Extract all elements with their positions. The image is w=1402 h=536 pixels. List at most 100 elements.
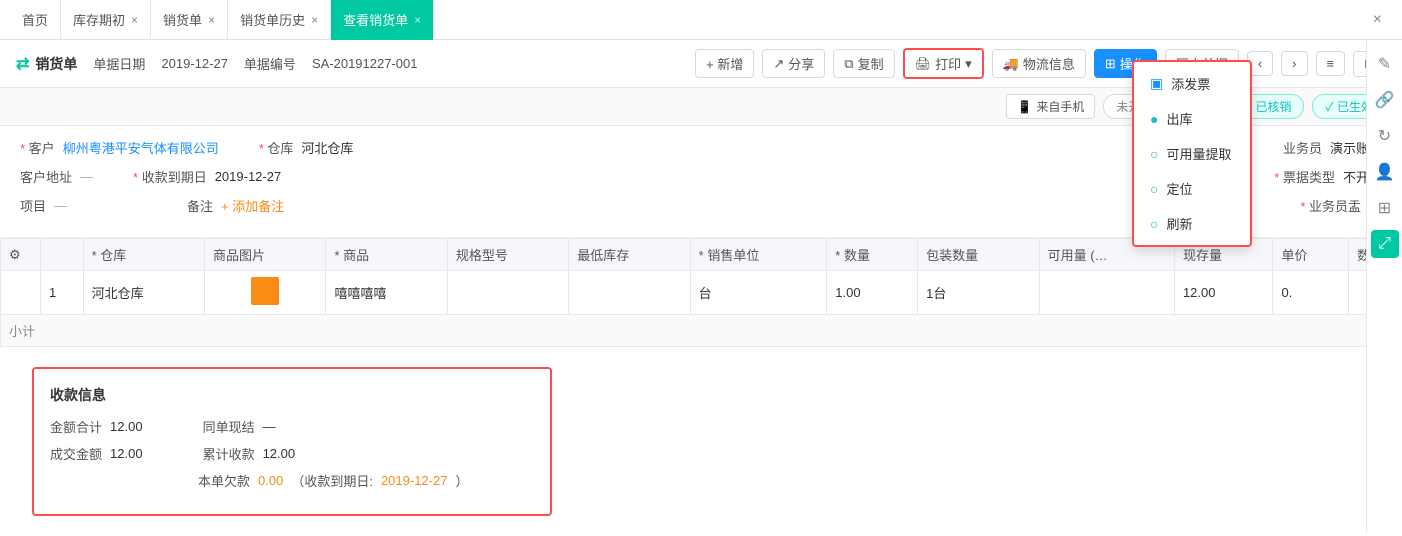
share-btn[interactable]: ↗ 分享 <box>762 49 825 78</box>
doc-no-label: 单据编号 <box>244 54 296 73</box>
due-label: 本单欠款 <box>198 471 250 490</box>
due-note-end: ） <box>455 471 468 490</box>
print-btn[interactable]: 🖨 打印 ▾ <box>903 48 984 79</box>
project-label: 项目 <box>20 196 46 215</box>
col-min-stock: 最低库存 <box>569 239 690 271</box>
project-value: — <box>54 198 67 213</box>
col-pkg-qty: 包装数量 <box>918 239 1039 271</box>
salesperson-label: 业务员盂 <box>1300 196 1361 215</box>
row-checkbox[interactable] <box>1 271 41 315</box>
row-price: 0. <box>1273 271 1349 315</box>
tab-sales-history[interactable]: 销货单历史 × <box>228 0 331 40</box>
sidebar-rotate-icon[interactable]: ↻ <box>1371 122 1399 150</box>
col-rowno <box>41 239 84 271</box>
tab-inventory[interactable]: 库存期初 × <box>61 0 151 40</box>
product-image <box>251 277 279 305</box>
address-field: 客户地址 — <box>20 167 93 186</box>
project-field: 项目 — <box>20 196 67 215</box>
sidebar-expand-icon[interactable]: ⤢ <box>1371 230 1399 258</box>
subtotal-label: 小计 <box>1 315 1402 347</box>
logistics-btn[interactable]: 🚚 物流信息 <box>992 49 1086 78</box>
next-btn[interactable]: › <box>1281 51 1307 76</box>
row-no: 1 <box>41 271 84 315</box>
warehouse-value: 河北仓库 <box>301 138 353 157</box>
tab-sales-history-label: 销货单历史 <box>240 10 305 29</box>
doc-icon: ⇄ <box>16 54 29 74</box>
col-gear[interactable]: ⚙ <box>1 239 41 271</box>
add-note-btn[interactable]: + 添加备注 <box>221 196 284 215</box>
row-pkg-qty: 1台 <box>918 271 1039 315</box>
due-date: 2019-12-27 <box>381 473 448 488</box>
dropdown-available-qty[interactable]: ○ 可用量提取 <box>1134 136 1250 171</box>
tab-sales-close[interactable]: × <box>208 13 215 27</box>
outbound-icon: ● <box>1150 111 1158 127</box>
total-label: 金额合计 <box>50 417 102 436</box>
tab-inventory-close[interactable]: × <box>131 13 138 27</box>
from-mobile-btn[interactable]: 📱 来自手机 <box>1006 94 1095 119</box>
dropdown-locate[interactable]: ○ 定位 <box>1134 171 1250 206</box>
doc-toolbar: + 新增 ↗ 分享 ⧉ 复制 🖨 打印 ▾ 🚚 物流信息 ⊞ 操作 <box>695 48 1386 79</box>
row-available <box>1039 271 1174 315</box>
sidebar-link-icon[interactable]: 🔗 <box>1371 86 1399 114</box>
col-price: 单价 <box>1273 239 1349 271</box>
tab-home[interactable]: 首页 <box>10 0 61 40</box>
address-value: — <box>80 169 93 184</box>
row-min-stock <box>569 271 690 315</box>
transaction-label: 成交金额 <box>50 444 102 463</box>
address-label: 客户地址 <box>20 167 72 186</box>
copy-icon: ⧉ <box>844 56 853 72</box>
row-product-img <box>205 271 326 315</box>
cumulative-label: 累计收款 <box>203 444 255 463</box>
col-warehouse: * 仓库 <box>83 239 204 271</box>
total-item: 金额合计 12.00 <box>50 417 143 436</box>
print-label: 打印 <box>935 54 961 73</box>
cumulative-value: 12.00 <box>263 446 296 461</box>
available-qty-label: 可用量提取 <box>1166 144 1231 163</box>
staff-label: 业务员 <box>1283 138 1322 157</box>
doc-date-value: 2019-12-27 <box>161 56 228 71</box>
tab-view-sales[interactable]: 查看销货单 × <box>331 0 434 40</box>
sidebar-grid-icon[interactable]: ⊞ <box>1371 194 1399 222</box>
same-order-item: 同单现结 — <box>203 417 276 436</box>
print-icon: 🖨 <box>915 56 932 72</box>
window-close-btn[interactable]: × <box>1363 11 1392 29</box>
tab-inventory-label: 库存期初 <box>73 10 125 29</box>
tab-sales-label: 销货单 <box>163 10 202 29</box>
col-sku: 规格型号 <box>447 239 568 271</box>
dropdown-outbound[interactable]: ● 出库 <box>1134 101 1250 136</box>
bill-type-label: 票据类型 <box>1274 167 1335 186</box>
print-dropdown-icon: ▾ <box>965 56 972 72</box>
due-date-label: 收款到期日 <box>133 167 207 186</box>
sidebar-edit-icon[interactable]: ✎ <box>1371 50 1399 78</box>
payment-row-1: 金额合计 12.00 同单现结 — <box>50 417 534 436</box>
add-invoice-label: 添发票 <box>1171 74 1210 93</box>
tab-sales[interactable]: 销货单 × <box>151 0 228 40</box>
refresh-label: 刷新 <box>1166 214 1192 233</box>
row-qty: 1.00 <box>827 271 918 315</box>
tab-sales-history-close[interactable]: × <box>311 13 318 27</box>
dropdown-add-invoice[interactable]: ▣ 添发票 <box>1134 66 1250 101</box>
refresh-icon: ○ <box>1150 216 1158 232</box>
subtotal-row: 小计 <box>1 315 1402 347</box>
doc-no-value: SA-20191227-001 <box>312 56 418 71</box>
tab-home-label: 首页 <box>22 10 48 29</box>
view1-btn[interactable]: ≡ <box>1316 51 1346 76</box>
tab-view-sales-close[interactable]: × <box>414 13 421 27</box>
dropdown-refresh[interactable]: ○ 刷新 <box>1134 206 1250 241</box>
payment-container: 收款信息 金额合计 12.00 同单现结 — 成交金额 12.00 累计收款 <box>0 347 1402 536</box>
share-label: 分享 <box>788 54 814 73</box>
payment-title: 收款信息 <box>50 385 534 405</box>
customer-value[interactable]: 柳州粤港平安气体有限公司 <box>63 138 219 157</box>
new-btn[interactable]: + 新增 <box>695 49 754 78</box>
payment-row-3: 本单欠款 0.00 （收款到期日: 2019-12-27 ） <box>50 471 534 490</box>
row-current-stock: 12.00 <box>1174 271 1273 315</box>
warehouse-field: 仓库 河北仓库 <box>259 138 354 157</box>
due-item: 本单欠款 0.00 （收款到期日: 2019-12-27 ） <box>198 471 468 490</box>
add-invoice-icon: ▣ <box>1150 75 1163 92</box>
copy-btn[interactable]: ⧉ 复制 <box>833 49 894 78</box>
operation-icon: ⊞ <box>1105 56 1116 72</box>
table-wrap: ⚙ * 仓库 商品图片 * 商品 规格型号 最低库存 * 销售单位 * 数量 包… <box>0 238 1402 347</box>
row-warehouse: 河北仓库 <box>83 271 204 315</box>
sidebar-user-icon[interactable]: 👤 <box>1371 158 1399 186</box>
row-product: 嘻嘻嘻嘻 <box>326 271 447 315</box>
